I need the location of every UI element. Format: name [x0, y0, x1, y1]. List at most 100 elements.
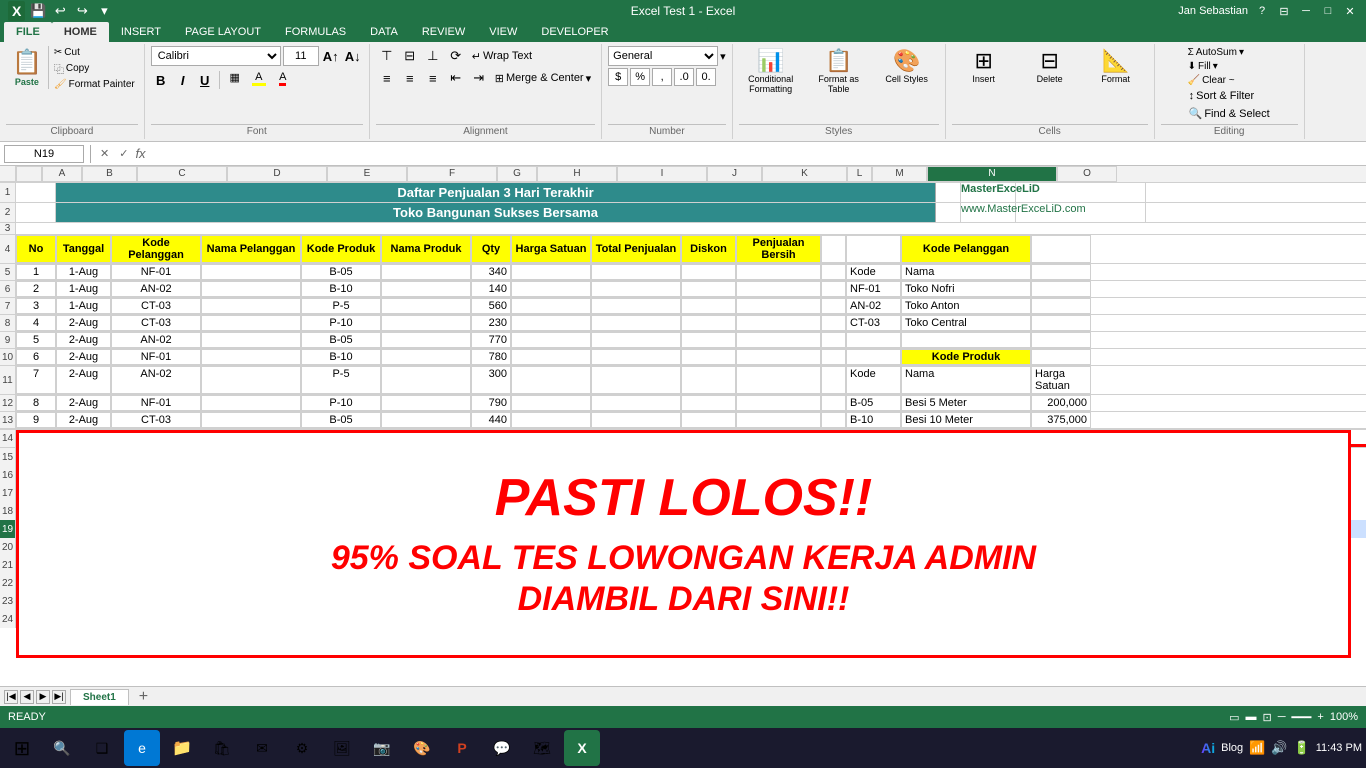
increase-indent-button[interactable]: ⇥: [468, 68, 490, 88]
cell-M4[interactable]: [846, 235, 901, 263]
align-middle-button[interactable]: ⊟: [399, 46, 421, 66]
decrease-decimal-button[interactable]: 0.: [696, 68, 716, 86]
cell-B12[interactable]: 2-Aug: [56, 395, 111, 411]
tab-file[interactable]: FILE: [4, 22, 52, 42]
cell-F11[interactable]: [381, 366, 471, 394]
col-header-O[interactable]: O: [1057, 166, 1117, 182]
cell-N9[interactable]: [901, 332, 1031, 348]
photos-button[interactable]: 🖼: [324, 730, 360, 766]
cell-E11[interactable]: P-5: [301, 366, 381, 394]
cell-N2[interactable]: [1016, 203, 1146, 222]
col-header-E[interactable]: E: [327, 166, 407, 182]
cell-I7[interactable]: [591, 298, 681, 314]
cell-B4-tanggal[interactable]: Tanggal: [56, 235, 111, 263]
row-18-header[interactable]: 18: [0, 502, 16, 520]
page-layout-view-icon[interactable]: ▬: [1246, 711, 1257, 723]
cell-B8[interactable]: 2-Aug: [56, 315, 111, 331]
sheet-tab-active[interactable]: Sheet1: [70, 689, 129, 705]
cell-L1[interactable]: [936, 183, 961, 202]
currency-button[interactable]: $: [608, 68, 628, 86]
delete-button[interactable]: ⊟ Delete: [1018, 46, 1082, 86]
fill-color-button[interactable]: A: [248, 70, 270, 90]
tab-formulas[interactable]: FORMULAS: [273, 22, 358, 42]
confirm-formula-icon[interactable]: ✓: [116, 147, 131, 160]
cell-J12[interactable]: [681, 395, 736, 411]
cell-K11[interactable]: [736, 366, 821, 394]
cell-E8[interactable]: P-10: [301, 315, 381, 331]
tab-insert[interactable]: INSERT: [109, 22, 173, 42]
prev-sheet-button[interactable]: ◀: [20, 690, 34, 704]
cell-E12[interactable]: P-10: [301, 395, 381, 411]
formula-input[interactable]: [150, 148, 1362, 160]
help-icon[interactable]: ?: [1254, 3, 1270, 19]
cell-L10[interactable]: [821, 349, 846, 365]
cell-E9[interactable]: B-05: [301, 332, 381, 348]
row-11-header[interactable]: 11: [0, 366, 16, 394]
cell-C6[interactable]: AN-02: [111, 281, 201, 297]
cell-A13[interactable]: 9: [16, 412, 56, 428]
cell-L8[interactable]: [821, 315, 846, 331]
cell-F9[interactable]: [381, 332, 471, 348]
merge-center-button[interactable]: ⊞ Merge & Center ▾: [491, 71, 595, 86]
cell-O6[interactable]: [1031, 281, 1091, 297]
task-view-button[interactable]: ❑: [84, 730, 120, 766]
cell-G13[interactable]: 440: [471, 412, 511, 428]
ribbon-toggle-icon[interactable]: ⊟: [1276, 3, 1292, 19]
cell-H5[interactable]: [511, 264, 591, 280]
row-4-header[interactable]: 4: [0, 235, 16, 263]
cell-D5[interactable]: [201, 264, 301, 280]
row-9-header[interactable]: 9: [0, 332, 16, 348]
cell-E6[interactable]: B-10: [301, 281, 381, 297]
cell-K9[interactable]: [736, 332, 821, 348]
cell-title-row2[interactable]: Toko Bangunan Sukses Bersama: [56, 203, 936, 222]
cell-G11[interactable]: 300: [471, 366, 511, 394]
col-header-H[interactable]: H: [537, 166, 617, 182]
cell-B5[interactable]: 1-Aug: [56, 264, 111, 280]
zoom-in-icon[interactable]: +: [1317, 711, 1323, 723]
wifi-icon[interactable]: 📶: [1249, 740, 1265, 756]
save-icon[interactable]: 💾: [29, 2, 47, 20]
cell-K5[interactable]: [736, 264, 821, 280]
border-color-button[interactable]: ▦: [224, 70, 246, 90]
cell-E10[interactable]: B-10: [301, 349, 381, 365]
cell-B13[interactable]: 2-Aug: [56, 412, 111, 428]
cell-B6[interactable]: 1-Aug: [56, 281, 111, 297]
cell-A5[interactable]: 1: [16, 264, 56, 280]
cell-O4[interactable]: [1031, 235, 1091, 263]
cell-I5[interactable]: [591, 264, 681, 280]
col-header-L[interactable]: L: [847, 166, 872, 182]
col-header-G[interactable]: G: [497, 166, 537, 182]
cell-G7[interactable]: 560: [471, 298, 511, 314]
cell-B9[interactable]: 2-Aug: [56, 332, 111, 348]
cell-I13[interactable]: [591, 412, 681, 428]
cell-B10[interactable]: 2-Aug: [56, 349, 111, 365]
cell-I12[interactable]: [591, 395, 681, 411]
cell-G9[interactable]: 770: [471, 332, 511, 348]
paste-button[interactable]: 📋 Paste: [6, 46, 49, 89]
minimize-icon[interactable]: ─: [1298, 3, 1314, 19]
cell-O11[interactable]: Harga Satuan: [1031, 366, 1091, 394]
cell-M6[interactable]: NF-01: [846, 281, 901, 297]
last-sheet-button[interactable]: ▶|: [52, 690, 66, 704]
col-header-F[interactable]: F: [407, 166, 497, 182]
col-header-B[interactable]: B: [82, 166, 137, 182]
cell-L2[interactable]: [936, 203, 961, 222]
cell-L5[interactable]: [821, 264, 846, 280]
decrease-font-button[interactable]: A↓: [343, 46, 363, 66]
cell-E13[interactable]: B-05: [301, 412, 381, 428]
cell-M10[interactable]: [846, 349, 901, 365]
cell-A10[interactable]: 6: [16, 349, 56, 365]
row-19-header[interactable]: 19: [0, 520, 16, 538]
cell-F5[interactable]: [381, 264, 471, 280]
cell-B11[interactable]: 2-Aug: [56, 366, 111, 394]
row-13-header[interactable]: 13: [0, 412, 16, 428]
row-14-header[interactable]: 14: [0, 430, 16, 447]
cell-F4-nama-produk[interactable]: Nama Produk: [381, 235, 471, 263]
cell-L13[interactable]: [821, 412, 846, 428]
cell-F13[interactable]: [381, 412, 471, 428]
search-button[interactable]: 🔍: [44, 730, 80, 766]
row-7-header[interactable]: 7: [0, 298, 16, 314]
cell-H9[interactable]: [511, 332, 591, 348]
insert-button[interactable]: ⊞ Insert: [952, 46, 1016, 86]
fill-button[interactable]: ⬇ Fill ▾: [1185, 60, 1221, 73]
